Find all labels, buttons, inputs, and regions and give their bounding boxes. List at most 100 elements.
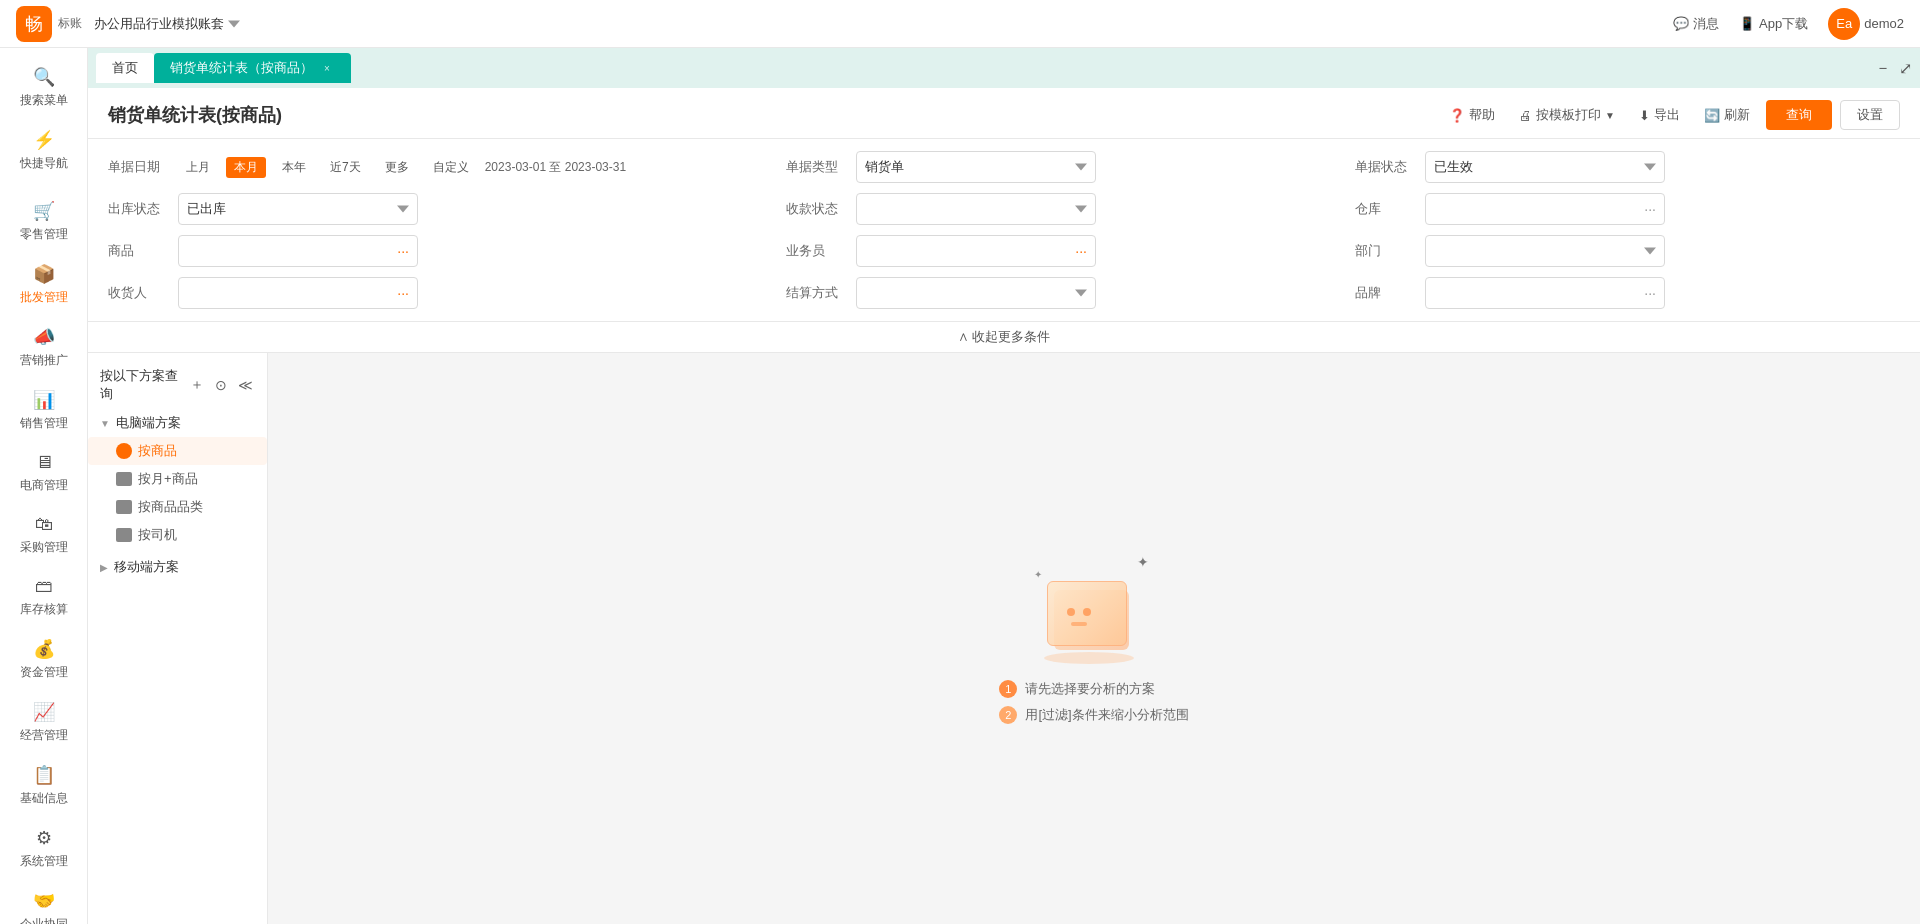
scheme-add-button[interactable]: ＋ <box>187 375 207 395</box>
hint-number-1: 1 <box>999 680 1017 698</box>
out-status-label: 出库状态 <box>108 200 178 218</box>
system-icon: ⚙ <box>36 827 52 849</box>
expand-icon: ▼ <box>100 418 110 429</box>
department-label: 部门 <box>1355 242 1425 260</box>
type-select[interactable]: 销货单 <box>856 151 1096 183</box>
status-filter-field: 单据状态 已生效 <box>1355 151 1900 183</box>
sidebar-item-quick-nav[interactable]: ⚡ 快捷导航 <box>0 119 87 182</box>
goods-label: 商品 <box>108 242 178 260</box>
salesman-input[interactable]: ··· <box>856 235 1096 267</box>
salesman-field: 业务员 ··· <box>786 235 1331 267</box>
sidebar-item-finance[interactable]: 💰 资金管理 <box>0 628 87 691</box>
date-this-month[interactable]: 本月 <box>226 157 266 178</box>
collapse-conditions-button[interactable]: ∧ 收起更多条件 <box>88 322 1920 353</box>
scheme-group-pc-header[interactable]: ▼ 电脑端方案 <box>88 409 267 437</box>
filter-row-3: 商品 ··· 业务员 ··· 部门 <box>108 235 1900 267</box>
ecom-icon: 🖥 <box>35 452 53 473</box>
filter-row-1: 单据日期 上月 本月 本年 近7天 更多 自定义 2023-03-01 至 20… <box>108 151 1900 183</box>
date-more[interactable]: 更多 <box>377 157 417 178</box>
sidebar-item-corp[interactable]: 🤝 企业协同 <box>0 880 87 924</box>
brand-label: 品牌 <box>1355 284 1425 302</box>
scheme-settings-button[interactable]: ⊙ <box>211 375 231 395</box>
marketing-icon: 📣 <box>33 326 55 348</box>
scheme-group-mobile-header[interactable]: ▶ 移动端方案 <box>88 553 267 581</box>
empty-illustration: ✦ ✦ <box>1029 554 1159 664</box>
sidebar-item-inventory[interactable]: 🗃 库存核算 <box>0 566 87 628</box>
goods-input[interactable]: ··· <box>178 235 418 267</box>
settlement-select[interactable] <box>856 277 1096 309</box>
sidebar-item-ecom[interactable]: 🖥 电商管理 <box>0 442 87 504</box>
tab-home[interactable]: 首页 <box>96 53 154 83</box>
chevron-down-icon <box>228 18 240 30</box>
topbar-right: 💬 消息 📱 App下载 Ea demo2 <box>1673 8 1904 40</box>
help-button[interactable]: ❓ 帮助 <box>1441 102 1503 128</box>
sidebar-item-purchase[interactable]: 🛍 采购管理 <box>0 504 87 566</box>
date-7days[interactable]: 近7天 <box>322 157 369 178</box>
user-menu[interactable]: Ea demo2 <box>1828 8 1904 40</box>
empty-state: ✦ ✦ 1 请先选择要分析的方案 2 用[过滤]条件来缩小分析范围 <box>999 554 1188 724</box>
brand-input[interactable]: ··· <box>1425 277 1665 309</box>
receiver-input[interactable]: ··· <box>178 277 418 309</box>
sidebar-item-ops[interactable]: 📈 经营管理 <box>0 691 87 754</box>
message-button[interactable]: 💬 消息 <box>1673 15 1719 33</box>
tab-close-button[interactable]: × <box>319 60 335 76</box>
date-label: 单据日期 <box>108 158 178 176</box>
empty-hint-1: 1 请先选择要分析的方案 <box>999 680 1188 698</box>
scheme-item-icon-sq-2 <box>116 500 132 514</box>
home-tab-label: 首页 <box>112 59 138 77</box>
out-status-select[interactable]: 已出库 <box>178 193 418 225</box>
scheme-item-by-printer[interactable]: 按司机 <box>88 521 267 549</box>
ops-icon: 📈 <box>33 701 55 723</box>
tab-bar: 首页 销货单统计表（按商品） × － ⤢ <box>88 48 1920 88</box>
date-last-month[interactable]: 上月 <box>178 157 218 178</box>
settlement-field: 结算方式 <box>786 277 1331 309</box>
search-icon: 🔍 <box>33 66 55 88</box>
refresh-button[interactable]: 🔄 刷新 <box>1696 102 1758 128</box>
data-panel: ✦ ✦ 1 请先选择要分析的方案 2 用[过滤]条件来缩小分析范围 <box>268 353 1920 924</box>
empty-hints: 1 请先选择要分析的方案 2 用[过滤]条件来缩小分析范围 <box>999 680 1188 724</box>
sidebar-item-marketing[interactable]: 📣 营销推广 <box>0 316 87 379</box>
warehouse-input[interactable]: ··· <box>1425 193 1665 225</box>
sidebar-item-retail[interactable]: 🛒 零售管理 <box>0 190 87 253</box>
scheme-item-by-goods-category[interactable]: 按商品品类 <box>88 493 267 521</box>
status-select[interactable]: 已生效 <box>1425 151 1665 183</box>
date-range-display: 2023-03-01 至 2023-03-31 <box>485 159 626 176</box>
window-minimize-button[interactable]: － <box>1875 58 1891 79</box>
sidebar-item-system[interactable]: ⚙ 系统管理 <box>0 817 87 880</box>
window-maximize-button[interactable]: ⤢ <box>1899 59 1912 78</box>
window-controls: － ⤢ <box>1875 58 1912 79</box>
scheme-item-by-month-goods[interactable]: 按月+商品 <box>88 465 267 493</box>
hint-number-2: 2 <box>999 706 1017 724</box>
inventory-icon: 🗃 <box>35 576 53 597</box>
settings-button[interactable]: 设置 <box>1840 100 1900 130</box>
quick-nav-icon: ⚡ <box>33 129 55 151</box>
sidebar-item-base[interactable]: 📋 基础信息 <box>0 754 87 817</box>
scheme-collapse-button[interactable]: ≪ <box>235 375 255 395</box>
sidebar-item-wholesale[interactable]: 📦 批发管理 <box>0 253 87 316</box>
sidebar-item-sales-mgmt[interactable]: 📊 销售管理 <box>0 379 87 442</box>
app-selector[interactable]: 办公用品行业模拟账套 <box>94 15 240 33</box>
app-download-button[interactable]: 📱 App下载 <box>1739 15 1808 33</box>
brand-field: 品牌 ··· <box>1355 277 1900 309</box>
date-filter: 上月 本月 本年 近7天 更多 自定义 2023-03-01 至 2023-03… <box>178 157 626 178</box>
export-button[interactable]: ⬇ 导出 <box>1631 102 1688 128</box>
payment-status-select[interactable] <box>856 193 1096 225</box>
finance-icon: 💰 <box>33 638 55 660</box>
filter-section: 单据日期 上月 本月 本年 近7天 更多 自定义 2023-03-01 至 20… <box>88 139 1920 322</box>
date-this-year[interactable]: 本年 <box>274 157 314 178</box>
sidebar-item-search-menu[interactable]: 🔍 搜索菜单 <box>0 56 87 119</box>
logo-text: 标账 <box>58 16 82 32</box>
department-select[interactable] <box>1425 235 1665 267</box>
settlement-label: 结算方式 <box>786 284 856 302</box>
tab-sales-stats[interactable]: 销货单统计表（按商品） × <box>154 53 351 83</box>
topbar-left: 畅 标账 办公用品行业模拟账套 <box>16 6 240 42</box>
date-custom[interactable]: 自定义 <box>425 157 477 178</box>
logo-area: 畅 标账 <box>16 6 82 42</box>
filter-row-4: 收货人 ··· 结算方式 品牌 <box>108 277 1900 309</box>
scheme-item-by-goods[interactable]: 按商品 <box>88 437 267 465</box>
salesman-label: 业务员 <box>786 242 856 260</box>
header-actions: ❓ 帮助 🖨 按模板打印 ▼ ⬇ 导出 🔄 刷新 <box>1441 100 1900 130</box>
query-button[interactable]: 查询 <box>1766 100 1832 130</box>
print-button[interactable]: 🖨 按模板打印 ▼ <box>1511 102 1623 128</box>
receiver-field: 收货人 ··· <box>108 277 762 309</box>
